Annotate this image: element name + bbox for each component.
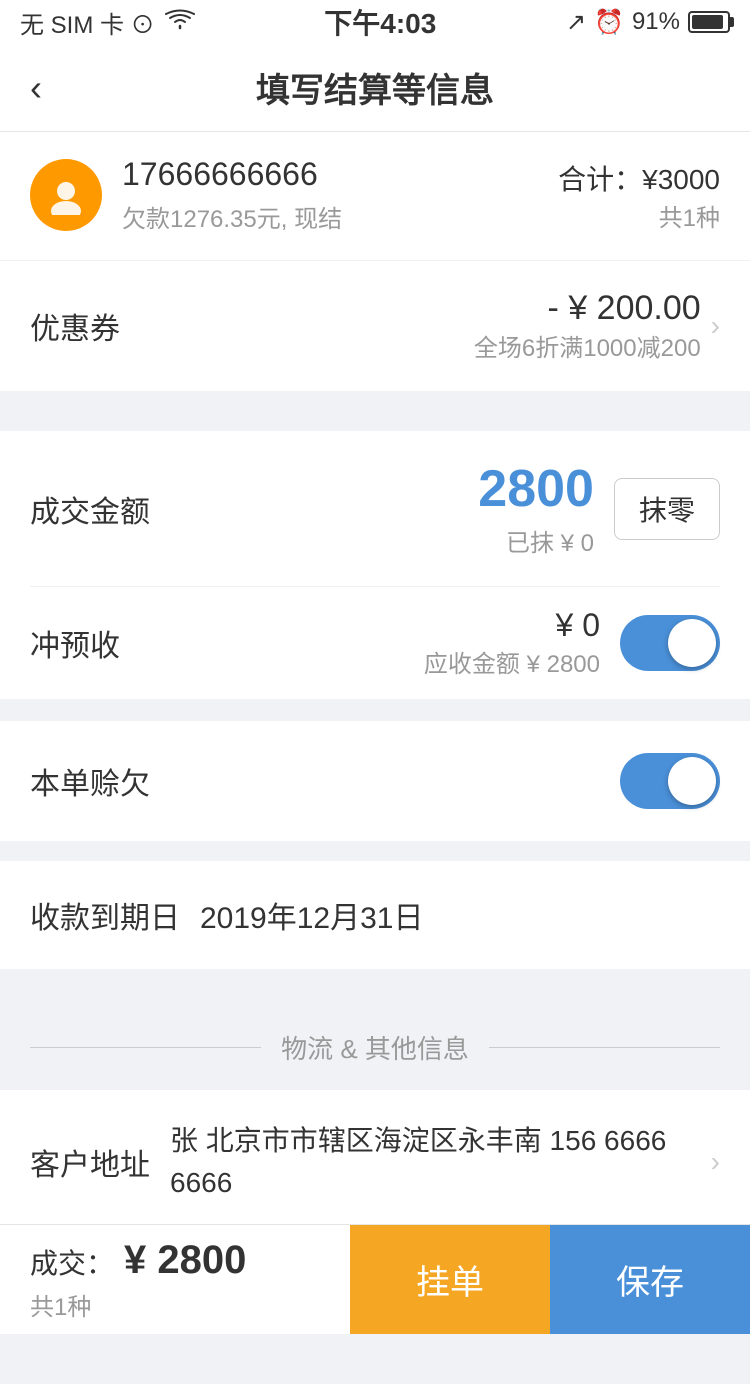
customer-phone: 17666666666: [122, 156, 342, 193]
prepay-row: 冲预收 ¥ 0 应收金额 ¥ 2800: [30, 587, 720, 699]
prepay-value-col: ¥ 0 应收金额 ¥ 2800: [424, 607, 600, 679]
deal-amount-right: 2800 已抹 ¥ 0 抹零: [478, 459, 720, 558]
amount-section: 成交金额 2800 已抹 ¥ 0 抹零 冲预收 ¥ 0 应收金额 ¥ 2800: [0, 431, 750, 699]
date-section: 收款到期日 2019年12月31日: [0, 861, 750, 969]
bottom-deal-sub: 共1种: [30, 1287, 320, 1322]
prepay-label: 冲预收: [30, 621, 120, 665]
hold-button[interactable]: 挂单: [350, 1225, 550, 1334]
address-label: 客户地址: [30, 1140, 150, 1184]
customer-section: 17666666666 欠款1276.35元, 现结 合计：¥3000 共1种 …: [0, 132, 750, 391]
prepay-sub: 应收金额 ¥ 2800: [424, 644, 600, 679]
coupon-label: 优惠券: [30, 304, 120, 348]
customer-total: 合计：¥3000 共1种: [558, 158, 720, 233]
chevron-right-icon: ›: [711, 310, 720, 342]
divider-line-right: [489, 1047, 720, 1048]
status-time: 下午4:03: [324, 2, 436, 42]
logistics-label: 物流 & 其他信息: [281, 1029, 469, 1066]
clock-icon: ⏰: [594, 8, 624, 37]
bottom-summary: 成交： ¥ 2800 共1种: [0, 1225, 350, 1334]
sim-label: 无 SIM 卡 ⊙: [20, 5, 155, 40]
status-left: 无 SIM 卡 ⊙: [20, 5, 195, 40]
amount-value: 2800: [478, 459, 594, 519]
address-value: 张 北京市市辖区海淀区永丰南 156 6666 6666: [170, 1120, 711, 1204]
credit-toggle-knob: [668, 757, 716, 805]
deal-amount-label: 成交金额: [30, 487, 150, 531]
address-chevron-icon: ›: [711, 1146, 720, 1178]
amount-sub: 已抹 ¥ 0: [478, 523, 594, 558]
deal-amount-row: 成交金额 2800 已抹 ¥ 0 抹零: [30, 431, 720, 587]
logistics-divider: 物流 & 其他信息: [0, 1009, 750, 1086]
bottom-bar: 成交： ¥ 2800 共1种 挂单 保存: [0, 1224, 750, 1334]
customer-row: 17666666666 欠款1276.35元, 现结 合计：¥3000 共1种: [0, 132, 750, 258]
prepay-toggle[interactable]: [620, 615, 720, 671]
wifi-icon: [165, 8, 195, 37]
coupon-discount: - ¥ 200.00: [474, 289, 701, 328]
prepay-right: ¥ 0 应收金额 ¥ 2800: [424, 607, 720, 679]
section-gap-1: [0, 411, 750, 431]
nav-bar: ‹ 填写结算等信息: [0, 44, 750, 132]
credit-label: 本单赊欠: [30, 759, 150, 803]
due-date-label: 收款到期日: [30, 893, 180, 937]
battery-icon: [688, 11, 730, 33]
coupon-desc: - ¥ 200.00 全场6折满1000减200: [474, 289, 701, 363]
toggle-knob: [668, 619, 716, 667]
bottom-deal-amount: ¥ 2800: [124, 1238, 246, 1283]
location-icon: ↗: [566, 8, 586, 37]
total-count: 共1种: [558, 198, 720, 233]
back-button[interactable]: ‹: [30, 67, 42, 109]
address-section: 客户地址 张 北京市市辖区海淀区永丰南 156 6666 6666 ›: [0, 1090, 750, 1234]
section-gap-2: [0, 701, 750, 721]
address-row[interactable]: 客户地址 张 北京市市辖区海淀区永丰南 156 6666 6666 ›: [30, 1090, 720, 1234]
credit-toggle[interactable]: [620, 753, 720, 809]
divider-line-left: [30, 1047, 261, 1048]
credit-row: 本单赊欠: [30, 721, 720, 841]
customer-left: 17666666666 欠款1276.35元, 现结: [30, 156, 342, 234]
customer-info: 17666666666 欠款1276.35元, 现结: [122, 156, 342, 234]
save-button[interactable]: 保存: [550, 1225, 750, 1334]
coupon-description: 全场6折满1000减200: [474, 328, 701, 363]
section-gap-3: [0, 989, 750, 1009]
prepay-amount: ¥ 0: [424, 607, 600, 644]
due-date-value: 2019年12月31日: [200, 893, 423, 937]
customer-subtext: 欠款1276.35元, 现结: [122, 199, 342, 234]
bottom-deal: 成交： ¥ 2800: [30, 1238, 320, 1283]
total-amount: 合计：¥3000: [558, 158, 720, 198]
avatar: [30, 159, 102, 231]
coupon-right: - ¥ 200.00 全场6折满1000减200 ›: [474, 289, 720, 363]
coupon-row[interactable]: 优惠券 - ¥ 200.00 全场6折满1000减200 ›: [0, 260, 750, 391]
status-bar: 无 SIM 卡 ⊙ 下午4:03 ↗ ⏰ 91%: [0, 0, 750, 44]
battery-percent: 91%: [632, 8, 680, 36]
bottom-deal-label: 成交：: [30, 1242, 114, 1282]
date-row: 收款到期日 2019年12月31日: [30, 861, 720, 969]
amount-col: 2800 已抹 ¥ 0: [478, 459, 594, 558]
status-right: ↗ ⏰ 91%: [566, 8, 730, 37]
round-down-button[interactable]: 抹零: [614, 478, 720, 540]
page-title: 填写结算等信息: [256, 63, 494, 112]
credit-section: 本单赊欠: [0, 721, 750, 841]
